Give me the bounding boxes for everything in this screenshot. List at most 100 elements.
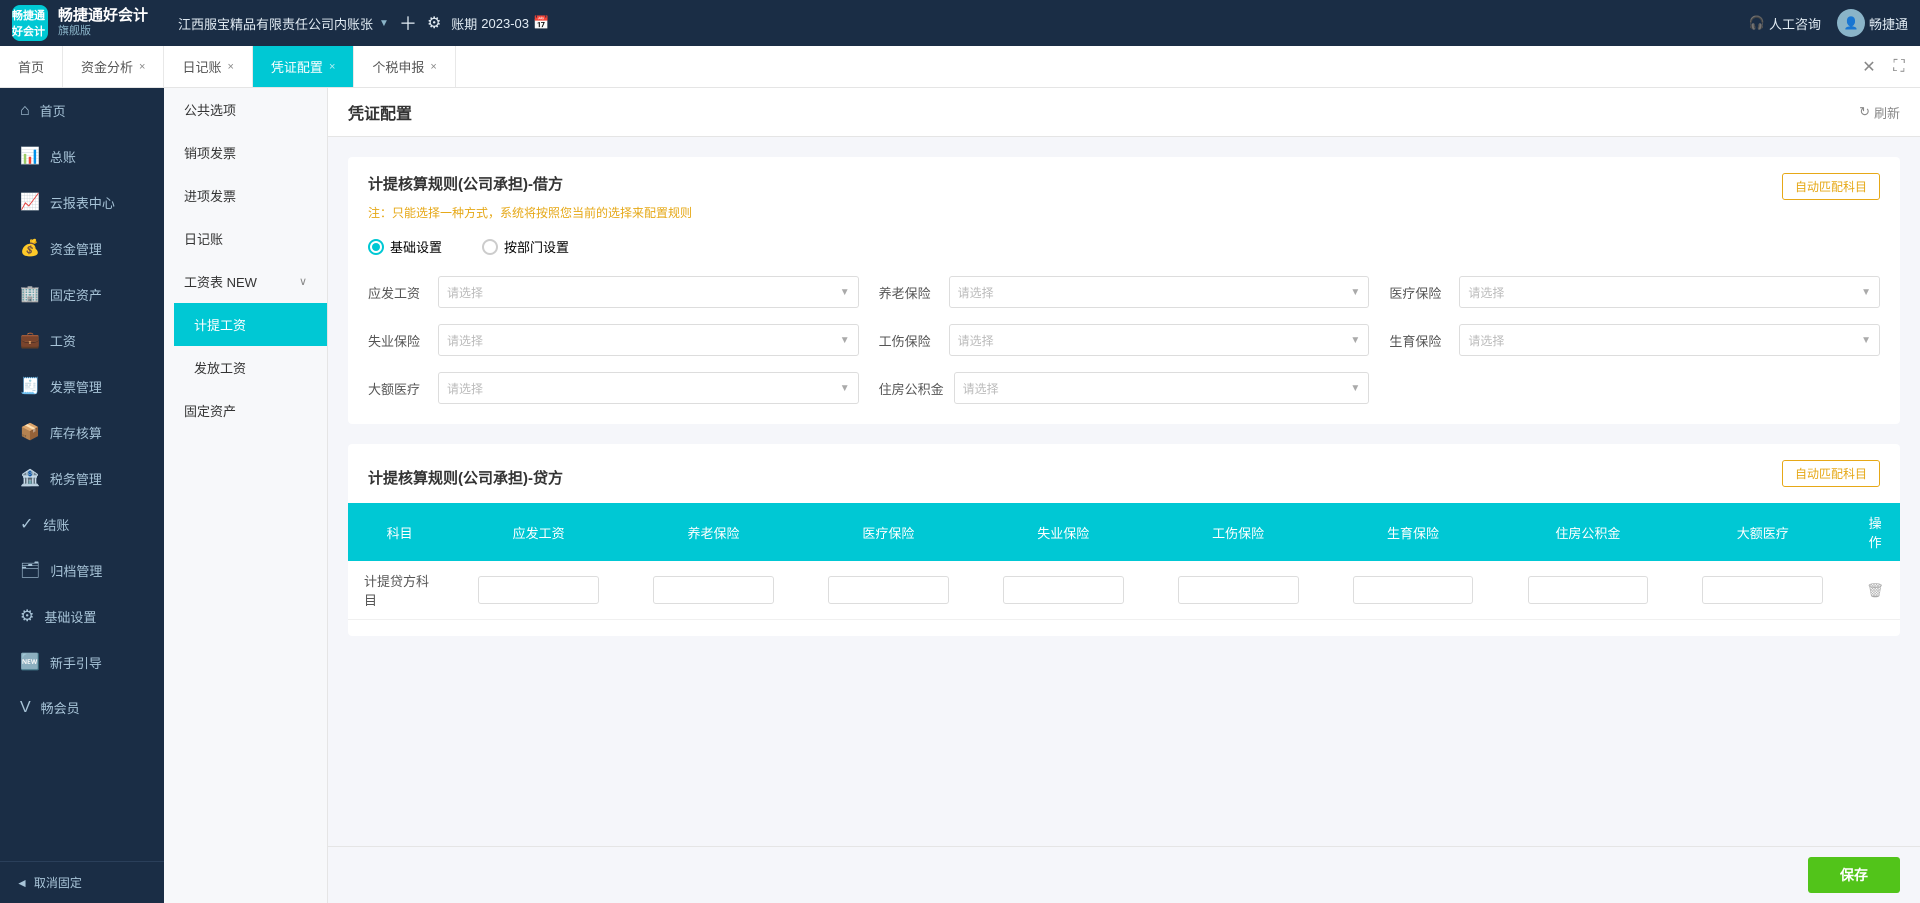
chevron-down-icon: ▼ — [379, 18, 389, 29]
sidebar-item-basic[interactable]: ⚙ 基础设置 — [0, 593, 164, 639]
sidebar-item-purchase-invoice[interactable]: 进项发票 — [164, 174, 327, 217]
tab-journal[interactable]: 日记账 × — [164, 46, 252, 87]
tab-fund-analysis[interactable]: 资金分析 × — [63, 46, 164, 87]
sidebar-item-vip[interactable]: V 畅会员 — [0, 685, 164, 730]
sidebar-item-accrue-salary[interactable]: 计提工资 — [174, 303, 327, 346]
tab-home[interactable]: 首页 — [0, 46, 63, 87]
sidebar-group-payroll[interactable]: 工资表 NEW ∨ — [164, 260, 327, 303]
add-button[interactable]: ＋ — [399, 10, 417, 36]
sidebar-item-home[interactable]: ⌂ 首页 — [0, 88, 164, 133]
sidebar-item-fixed-assets[interactable]: 固定资产 — [164, 389, 327, 432]
input-daeyiliao[interactable] — [1702, 576, 1823, 604]
select-placeholder: 请选择 — [1468, 332, 1504, 349]
radio-basic-label: 基础设置 — [390, 237, 442, 256]
calendar-icon[interactable]: 📅 — [533, 15, 549, 31]
purchase-invoice-label: 进项发票 — [184, 189, 236, 204]
basic-icon: ⚙ — [20, 606, 34, 626]
refresh-button[interactable]: ↻ 刷新 — [1859, 103, 1900, 122]
company-selector[interactable]: 江西服宝精品有限责任公司内账张 ▼ — [178, 14, 389, 33]
cell-yingfa — [451, 561, 626, 620]
radio-basic[interactable]: 基础设置 — [368, 237, 442, 256]
input-yanglao[interactable] — [653, 576, 774, 604]
sidebar-item-salary[interactable]: 💼 工资 — [0, 317, 164, 363]
section1-notice: 注：只能选择一种方式，系统将按照您当前的选择来配置规则 — [368, 204, 692, 221]
close-icon[interactable]: × — [227, 61, 233, 73]
input-yiliao[interactable] — [828, 576, 949, 604]
settings-icon[interactable]: ⚙ — [427, 13, 441, 33]
sidebar-item-fund[interactable]: 💰 资金管理 — [0, 225, 164, 271]
sidebar-item-report[interactable]: 📈 云报表中心 — [0, 179, 164, 225]
sidebar-item-archive[interactable]: 🗂 归档管理 — [0, 547, 164, 593]
delete-icon[interactable]: 🗑 — [1866, 582, 1884, 598]
select-zhufang[interactable]: 请选择 ▼ — [954, 372, 1370, 404]
col-header-yanglao: 养老保险 — [626, 503, 801, 561]
refresh-icon: ↻ — [1859, 104, 1870, 120]
sidebar-item-invoice[interactable]: 🧾 发票管理 — [0, 363, 164, 409]
sidebar-label-vip: 畅会员 — [41, 698, 80, 717]
cell-shiye — [976, 561, 1151, 620]
app-title: 畅捷通好会计 — [58, 7, 148, 25]
dropdown-arrow-icon: ▼ — [840, 383, 850, 394]
auto-match-btn-1[interactable]: 自动匹配科目 — [1782, 173, 1880, 200]
sidebar-item-journal[interactable]: 日记账 — [164, 217, 327, 260]
select-placeholder: 请选择 — [963, 380, 999, 397]
section1-fields: 应发工资 请选择 ▼ 养老保险 请选择 ▼ — [368, 276, 1880, 404]
select-yiliao[interactable]: 请选择 ▼ — [1459, 276, 1880, 308]
table-row: 计提贷方科目 🗑 — [348, 561, 1900, 620]
sidebar-label-home: 首页 — [40, 101, 66, 120]
select-yanglao[interactable]: 请选择 ▼ — [949, 276, 1370, 308]
page-title: 凭证配置 — [348, 100, 412, 124]
sidebar-item-pay-salary[interactable]: 发放工资 — [174, 346, 327, 389]
save-button[interactable]: 保存 — [1808, 857, 1900, 893]
close-icon[interactable]: × — [329, 61, 335, 73]
sidebar-label-checkout: 结账 — [43, 515, 69, 534]
tab-tax-report[interactable]: 个税申报 × — [354, 46, 455, 87]
content-header: 凭证配置 ↻ 刷新 — [328, 88, 1920, 137]
select-yingfa[interactable]: 请选择 ▼ — [438, 276, 859, 308]
sidebar-item-public[interactable]: 公共选项 — [164, 88, 327, 131]
sidebar-item-checkout[interactable]: ✓ 结账 — [0, 501, 164, 547]
section1-title: 计提核算规则(公司承担)-借方 — [368, 173, 692, 204]
input-yingfa[interactable] — [478, 576, 599, 604]
input-shengyu[interactable] — [1353, 576, 1474, 604]
fixed-assets-label: 固定资产 — [184, 404, 236, 419]
col-header-gongshang: 工伤保险 — [1151, 503, 1326, 561]
cell-zhufang — [1501, 561, 1676, 620]
sidebar-item-tax[interactable]: 🏦 税务管理 — [0, 455, 164, 501]
sidebar-item-inventory[interactable]: 📦 库存核算 — [0, 409, 164, 455]
input-zhufang[interactable] — [1528, 576, 1649, 604]
tax-icon: 🏦 — [20, 468, 40, 488]
sidebar-item-asset[interactable]: 🏢 固定资产 — [0, 271, 164, 317]
select-gongshang[interactable]: 请选择 ▼ — [949, 324, 1370, 356]
maximize-window-btn[interactable]: ⛶ — [1886, 54, 1912, 80]
auto-match-btn-2[interactable]: 自动匹配科目 — [1782, 460, 1880, 487]
checkout-icon: ✓ — [20, 514, 33, 534]
sidebar-item-guide[interactable]: 🆕 新手引导 — [0, 639, 164, 685]
col-header-zhufang: 住房公积金 — [1501, 503, 1676, 561]
close-icon[interactable]: × — [430, 61, 436, 73]
col-header-action: 操作 — [1850, 503, 1900, 561]
sidebar-item-ledger[interactable]: 📊 总账 — [0, 133, 164, 179]
tab-voucher-config[interactable]: 凭证配置 × — [253, 46, 354, 87]
input-gongshang[interactable] — [1178, 576, 1299, 604]
sidebar-item-sales-invoice[interactable]: 销项发票 — [164, 131, 327, 174]
close-window-btn[interactable]: ✕ — [1856, 54, 1882, 80]
human-consult-btn[interactable]: 🎧 人工咨询 — [1749, 14, 1821, 33]
radio-dept[interactable]: 按部门设置 — [482, 237, 569, 256]
period-value: 2023-03 — [481, 16, 529, 31]
close-icon[interactable]: × — [139, 61, 145, 73]
cancel-fixed-btn[interactable]: ◄ 取消固定 — [0, 861, 164, 903]
sidebar-label-ledger: 总账 — [50, 147, 76, 166]
refresh-label: 刷新 — [1874, 103, 1900, 122]
select-shiye[interactable]: 请选择 ▼ — [438, 324, 859, 356]
select-shengyu[interactable]: 请选择 ▼ — [1459, 324, 1880, 356]
field-shengyu: 生育保险 请选择 ▼ — [1389, 324, 1880, 356]
dropdown-arrow-icon: ▼ — [840, 335, 850, 346]
user-info[interactable]: 👤 畅捷通 — [1837, 9, 1908, 37]
archive-icon: 🗂 — [20, 560, 40, 580]
select-placeholder: 请选择 — [447, 284, 483, 301]
input-shiye[interactable] — [1003, 576, 1124, 604]
chevron-down-icon: ∨ — [299, 275, 307, 288]
select-daeyiliao[interactable]: 请选择 ▼ — [438, 372, 859, 404]
field-label-daeyiliao: 大额医疗 — [368, 379, 428, 398]
